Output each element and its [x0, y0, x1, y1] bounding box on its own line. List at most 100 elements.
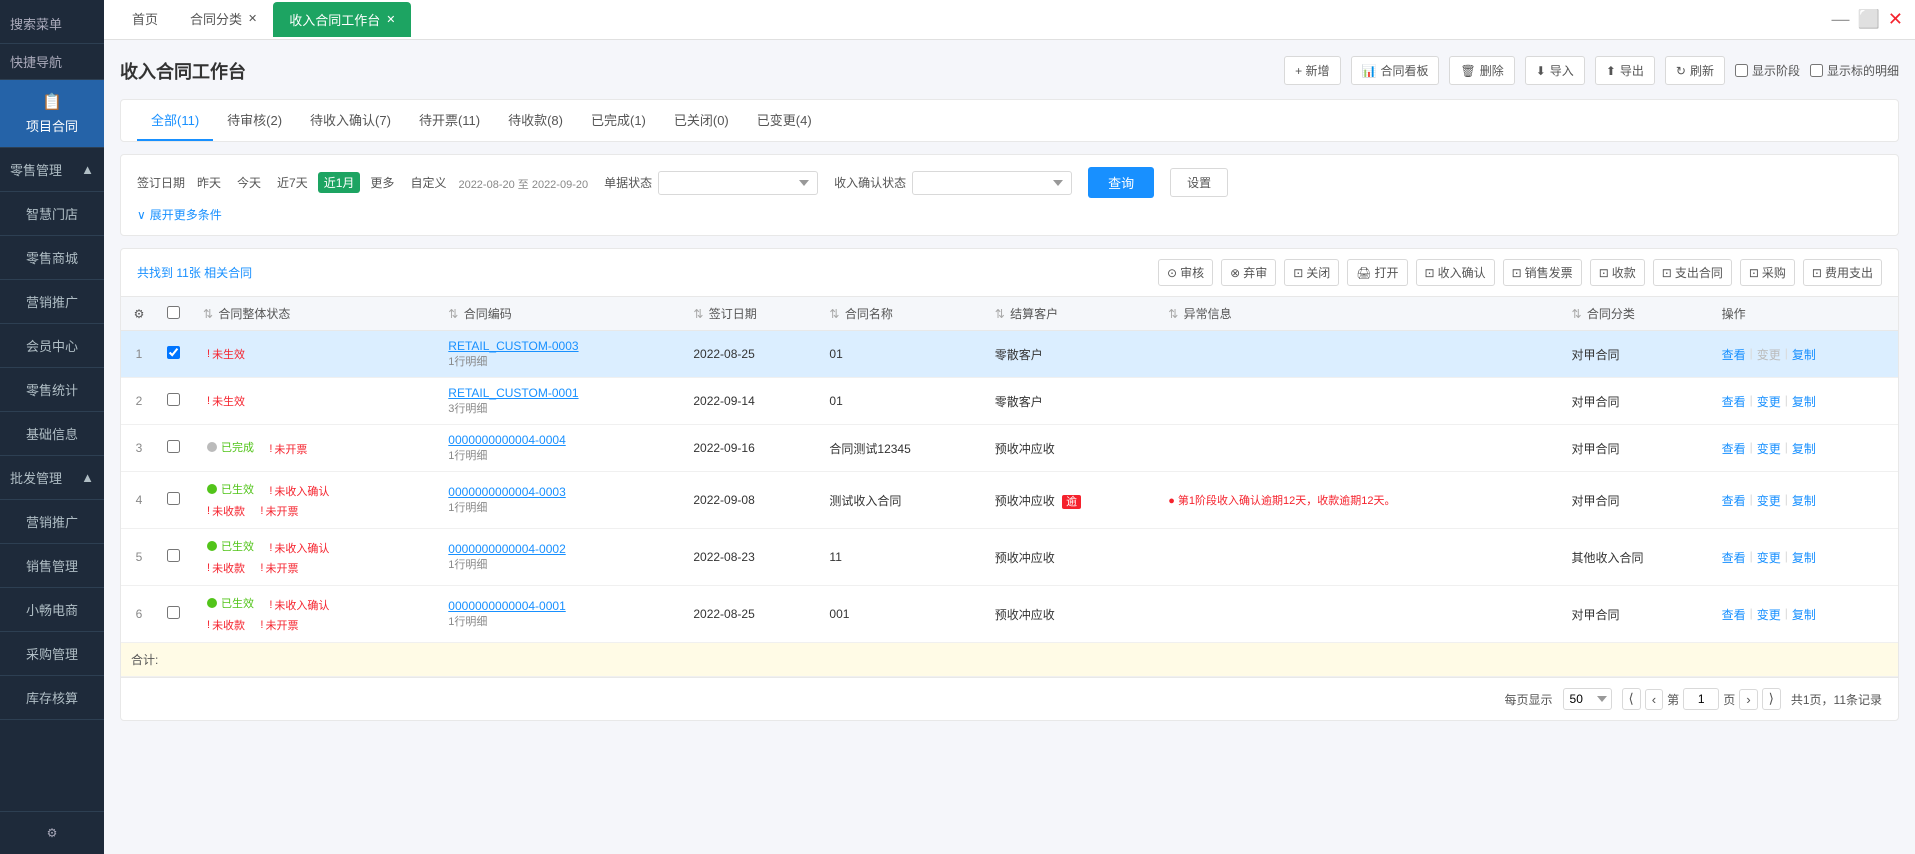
row-view-6[interactable]: 查看: [1722, 606, 1746, 623]
tab-contract-category[interactable]: 合同分类 ✕: [174, 0, 273, 40]
page-number-input[interactable]: [1683, 688, 1719, 710]
sidebar-item-retail-mall[interactable]: 零售商城: [0, 236, 104, 280]
close-tab-contract-category[interactable]: ✕: [248, 12, 257, 25]
sidebar-item-purchase-mgmt[interactable]: 采购管理: [0, 632, 104, 676]
refresh-button[interactable]: ↻ 刷新: [1665, 56, 1725, 85]
sidebar-item-retail-stats[interactable]: 零售统计: [0, 368, 104, 412]
sidebar-item-basic-info[interactable]: 基础信息: [0, 412, 104, 456]
contract-code-link-4[interactable]: 0000000000004-0003: [448, 485, 565, 499]
purchase-btn[interactable]: ⊡ 采购: [1740, 259, 1795, 286]
row-change-4[interactable]: 变更: [1757, 492, 1781, 509]
sales-invoice-btn[interactable]: ⊡ 销售发票: [1503, 259, 1582, 286]
add-button[interactable]: + 新增: [1284, 56, 1340, 85]
filter-tab-closed[interactable]: 已关闭(0): [660, 100, 743, 141]
row-copy-5[interactable]: 复制: [1792, 549, 1816, 566]
row-copy-3[interactable]: 复制: [1792, 440, 1816, 457]
close-window-icon[interactable]: ✕: [1888, 9, 1903, 30]
contract-code-link-1[interactable]: RETAIL_CUSTOM-0003: [448, 339, 578, 353]
date-last1month[interactable]: 近1月: [318, 172, 361, 193]
date-more[interactable]: 更多: [364, 172, 400, 193]
row-view-3[interactable]: 查看: [1722, 440, 1746, 457]
filter-tab-completed[interactable]: 已完成(1): [577, 100, 660, 141]
import-button[interactable]: ⬇ 导入: [1525, 56, 1585, 85]
filter-tab-pending-review[interactable]: 待审核(2): [213, 100, 296, 141]
sidebar-item-member-center[interactable]: 会员中心: [0, 324, 104, 368]
sidebar-search[interactable]: 搜索菜单: [0, 0, 104, 44]
row-view-4[interactable]: 查看: [1722, 492, 1746, 509]
sidebar-item-marketing2[interactable]: 营销推广: [0, 500, 104, 544]
maximize-icon[interactable]: ⬜: [1857, 9, 1879, 30]
set-button[interactable]: 设置: [1170, 168, 1228, 197]
export-button[interactable]: ⬆ 导出: [1595, 56, 1655, 85]
last-page-btn[interactable]: ⟩: [1762, 688, 1781, 710]
expense-output-btn[interactable]: ⊡ 费用支出: [1803, 259, 1882, 286]
next-page-btn[interactable]: ›: [1739, 689, 1757, 710]
show-detail-checkbox-label[interactable]: 显示标的明细: [1810, 62, 1899, 79]
date-custom[interactable]: 自定义: [404, 172, 452, 193]
row-checkbox-5[interactable]: [157, 529, 193, 586]
tab-income-contract[interactable]: 收入合同工作台 ✕: [273, 2, 411, 37]
show-stage-checkbox[interactable]: [1735, 64, 1748, 77]
filter-tab-pending-collection[interactable]: 待收款(8): [494, 100, 577, 141]
contract-code-link-5[interactable]: 0000000000004-0002: [448, 542, 565, 556]
sidebar-item-smart-store[interactable]: 智慧门店: [0, 192, 104, 236]
date-last7days[interactable]: 近7天: [271, 172, 314, 193]
sidebar-item-retail-management[interactable]: 零售管理 ▲: [0, 148, 104, 192]
query-button[interactable]: 查询: [1088, 167, 1154, 198]
row-checkbox-3[interactable]: [157, 425, 193, 472]
sidebar-settings[interactable]: ⚙: [0, 811, 104, 854]
output-contract-btn[interactable]: ⊡ 支出合同: [1653, 259, 1732, 286]
confirm-status-select[interactable]: [912, 171, 1072, 195]
show-stage-checkbox-label[interactable]: 显示阶段: [1735, 62, 1800, 79]
page-size-select[interactable]: 50 10 20 100: [1563, 688, 1612, 710]
delete-button[interactable]: 🗑 删除: [1449, 56, 1514, 85]
row-checkbox-2[interactable]: [157, 378, 193, 425]
select-all-checkbox[interactable]: [167, 306, 180, 319]
sidebar-item-wholesale-mgmt[interactable]: 批发管理 ▲: [0, 456, 104, 500]
close-btn[interactable]: ⊡ 关闭: [1284, 259, 1339, 286]
row-view-5[interactable]: 查看: [1722, 549, 1746, 566]
row-change-5[interactable]: 变更: [1757, 549, 1781, 566]
table-scroll[interactable]: ⚙ ⇅ 合同整体状态 ⇅ 合同编码: [121, 297, 1898, 677]
row-change-3[interactable]: 变更: [1757, 440, 1781, 457]
sidebar-item-inventory[interactable]: 库存核算: [0, 676, 104, 720]
row-checkbox-4[interactable]: [157, 472, 193, 529]
contract-board-button[interactable]: 📊 合同看板: [1351, 56, 1440, 85]
show-detail-checkbox[interactable]: [1810, 64, 1823, 77]
prev-page-btn[interactable]: ‹: [1645, 689, 1663, 710]
income-confirm-btn[interactable]: ⊡ 收入确认: [1416, 259, 1495, 286]
sidebar-quick-nav[interactable]: 快捷导航: [0, 44, 104, 80]
close-tab-income-contract[interactable]: ✕: [386, 13, 395, 26]
filter-tab-all[interactable]: 全部(11): [137, 100, 213, 141]
sidebar-item-project-contract[interactable]: 📋 项目合同: [0, 80, 104, 148]
tab-home[interactable]: 首页: [116, 0, 174, 40]
sidebar-item-xiaocha-ecom[interactable]: 小畅电商: [0, 588, 104, 632]
date-today[interactable]: 今天: [231, 172, 267, 193]
row-change-1[interactable]: 变更: [1757, 346, 1781, 363]
filter-tab-changed[interactable]: 已变更(4): [743, 100, 826, 141]
filter-tab-pending-invoice[interactable]: 待开票(11): [405, 100, 494, 141]
date-yesterday[interactable]: 昨天: [191, 172, 227, 193]
contract-code-link-2[interactable]: RETAIL_CUSTOM-0001: [448, 386, 578, 400]
row-copy-1[interactable]: 复制: [1792, 346, 1816, 363]
sidebar-item-marketing[interactable]: 营销推广: [0, 280, 104, 324]
row-checkbox-1[interactable]: [157, 331, 193, 378]
row-copy-2[interactable]: 复制: [1792, 393, 1816, 410]
print-btn[interactable]: 🖨 打开: [1347, 259, 1407, 286]
col-checkbox[interactable]: [157, 297, 193, 331]
doc-status-select[interactable]: [658, 171, 818, 195]
row-view-2[interactable]: 查看: [1722, 393, 1746, 410]
minimize-icon[interactable]: —: [1831, 9, 1849, 30]
first-page-btn[interactable]: ⟨: [1622, 688, 1641, 710]
contract-code-link-6[interactable]: 0000000000004-0001: [448, 599, 565, 613]
row-view-1[interactable]: 查看: [1722, 346, 1746, 363]
col-settings[interactable]: ⚙: [121, 297, 157, 331]
row-copy-4[interactable]: 复制: [1792, 492, 1816, 509]
row-change-2[interactable]: 变更: [1757, 393, 1781, 410]
sidebar-item-sales-mgmt[interactable]: 销售管理: [0, 544, 104, 588]
abandon-btn[interactable]: ⊗ 弃审: [1221, 259, 1276, 286]
audit-btn[interactable]: ⊙ 审核: [1158, 259, 1213, 286]
filter-tab-pending-confirm[interactable]: 待收入确认(7): [296, 100, 405, 141]
collection-btn[interactable]: ⊡ 收款: [1590, 259, 1645, 286]
row-change-6[interactable]: 变更: [1757, 606, 1781, 623]
